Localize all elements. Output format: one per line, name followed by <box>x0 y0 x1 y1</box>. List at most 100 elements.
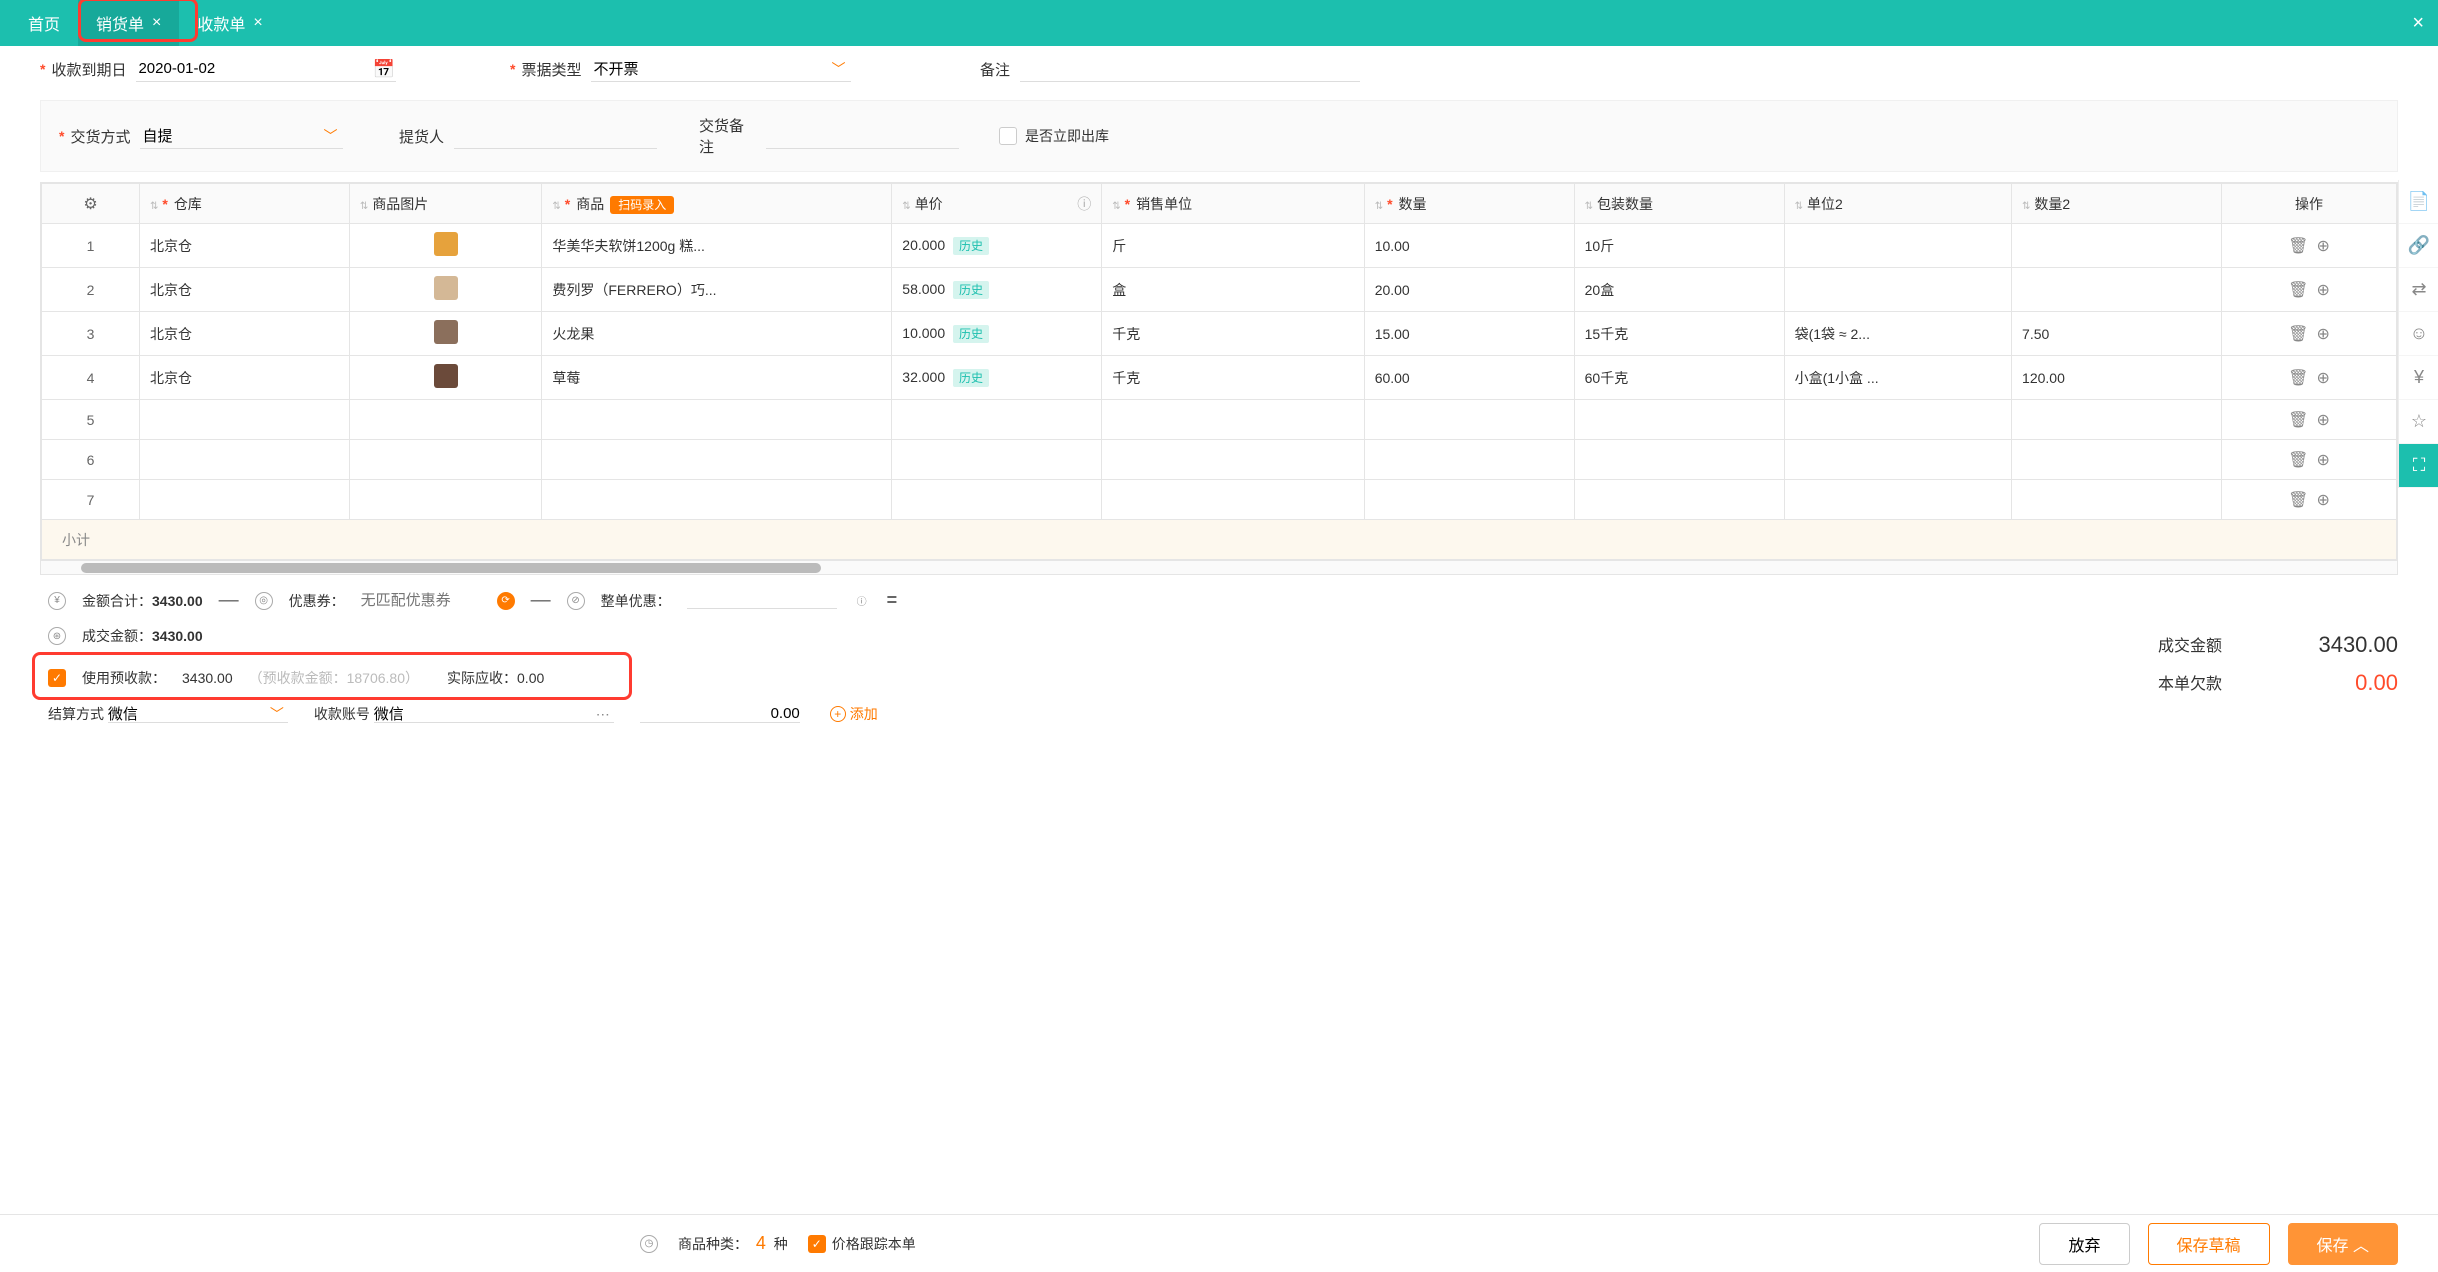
cell-qty[interactable]: 10.00 <box>1364 224 1574 268</box>
delete-icon[interactable]: 🗑 <box>2288 452 2308 469</box>
add-row-icon[interactable]: ⊕ <box>2316 370 2329 387</box>
cell-qty2[interactable] <box>2012 440 2222 480</box>
cell-pack[interactable]: 15千克 <box>1574 312 1784 356</box>
chevron-down-icon[interactable]: ﹀ <box>323 126 337 146</box>
dock-link-icon[interactable]: 🔗 <box>2399 224 2438 268</box>
col-price[interactable]: ⇅单价ⓘ <box>892 184 1102 224</box>
cell-warehouse[interactable] <box>139 480 349 520</box>
cell-image[interactable] <box>349 400 541 440</box>
delete-icon[interactable]: 🗑 <box>2288 326 2308 343</box>
cell-price[interactable] <box>892 400 1102 440</box>
table-row[interactable]: 6🗑⊕ <box>42 440 2397 480</box>
cell-qty2[interactable] <box>2012 400 2222 440</box>
cell-product[interactable]: 华美华夫软饼1200g 糕... <box>542 224 892 268</box>
cell-price[interactable]: 32.000 历史 <box>892 356 1102 400</box>
col-unit2[interactable]: ⇅单位2 <box>1784 184 2011 224</box>
cell-unit[interactable] <box>1102 480 1364 520</box>
cell-pack[interactable]: 60千克 <box>1574 356 1784 400</box>
cell-pack[interactable] <box>1574 400 1784 440</box>
scan-badge[interactable]: 扫码录入 <box>610 196 674 214</box>
cell-qty[interactable] <box>1364 400 1574 440</box>
cell-pack[interactable] <box>1574 440 1784 480</box>
cell-unit2[interactable]: 小盒(1小盒 ... <box>1784 356 2011 400</box>
cell-pack[interactable] <box>1574 480 1784 520</box>
cell-image[interactable] <box>349 268 541 312</box>
delete-icon[interactable]: 🗑 <box>2288 412 2308 429</box>
tab-sales[interactable]: 销货单× <box>78 0 179 46</box>
account-select[interactable] <box>374 705 614 723</box>
cell-unit[interactable]: 盒 <box>1102 268 1364 312</box>
order-discount-input[interactable] <box>687 593 837 609</box>
cell-image[interactable] <box>349 480 541 520</box>
cell-product[interactable] <box>542 480 892 520</box>
tab-home[interactable]: 首页 <box>10 0 78 46</box>
cell-unit2[interactable] <box>1784 480 2011 520</box>
cell-qty[interactable] <box>1364 440 1574 480</box>
cell-unit[interactable] <box>1102 400 1364 440</box>
cell-qty[interactable]: 60.00 <box>1364 356 1574 400</box>
dock-user-icon[interactable]: ☺ <box>2399 312 2438 356</box>
add-row-icon[interactable]: ⊕ <box>2316 326 2329 343</box>
dock-money-icon[interactable]: ¥ <box>2399 356 2438 400</box>
close-icon[interactable]: × <box>152 14 161 32</box>
gear-icon[interactable]: ⚙ <box>83 196 97 213</box>
add-settlement-button[interactable]: + 添加 <box>830 704 878 724</box>
dock-expand-icon[interactable]: ⛶ <box>2399 444 2438 488</box>
cell-warehouse[interactable]: 北京仓 <box>139 356 349 400</box>
scrollbar-thumb[interactable] <box>81 563 821 573</box>
coupon-input[interactable] <box>361 592 481 609</box>
header-close-icon[interactable]: × <box>2412 12 2424 35</box>
add-row-icon[interactable]: ⊕ <box>2316 452 2329 469</box>
settle-method-select[interactable] <box>108 705 288 723</box>
add-row-icon[interactable]: ⊕ <box>2316 282 2329 299</box>
cell-unit[interactable] <box>1102 440 1364 480</box>
chevron-down-icon[interactable]: ﹀ <box>270 704 284 724</box>
cell-warehouse[interactable]: 北京仓 <box>139 224 349 268</box>
cell-pack[interactable]: 10斤 <box>1574 224 1784 268</box>
cell-image[interactable] <box>349 224 541 268</box>
cell-warehouse[interactable]: 北京仓 <box>139 312 349 356</box>
history-badge[interactable]: 历史 <box>953 325 989 343</box>
cell-unit[interactable]: 千克 <box>1102 312 1364 356</box>
delete-icon[interactable]: 🗑 <box>2288 282 2308 299</box>
add-row-icon[interactable]: ⊕ <box>2316 238 2329 255</box>
table-row[interactable]: 3北京仓火龙果10.000 历史千克15.0015千克袋(1袋 ≈ 2...7.… <box>42 312 2397 356</box>
cell-product[interactable]: 费列罗（FERRERO）巧... <box>542 268 892 312</box>
cell-price[interactable]: 20.000 历史 <box>892 224 1102 268</box>
cell-product[interactable]: 草莓 <box>542 356 892 400</box>
cell-qty2[interactable]: 120.00 <box>2012 356 2222 400</box>
info-icon[interactable]: ⓘ <box>853 592 871 610</box>
delete-icon[interactable]: 🗑 <box>2288 492 2308 509</box>
cell-unit2[interactable] <box>1784 224 2011 268</box>
col-qty[interactable]: ⇅*数量 <box>1364 184 1574 224</box>
cell-price[interactable] <box>892 480 1102 520</box>
horizontal-scrollbar[interactable] <box>41 560 2397 574</box>
add-row-icon[interactable]: ⊕ <box>2316 412 2329 429</box>
ship-now-checkbox-wrap[interactable]: 是否立即出库 <box>999 126 1109 146</box>
col-qty2[interactable]: ⇅数量2 <box>2012 184 2222 224</box>
cell-qty2[interactable] <box>2012 224 2222 268</box>
checkbox-checked-icon[interactable]: ✓ <box>48 669 66 687</box>
due-date-input[interactable] <box>136 56 396 82</box>
history-badge[interactable]: 历史 <box>953 281 989 299</box>
tab-receipt[interactable]: 收款单× <box>179 0 280 46</box>
cell-price[interactable] <box>892 440 1102 480</box>
picker-input[interactable] <box>454 123 657 149</box>
delivery-method-select[interactable] <box>140 123 343 149</box>
cell-product[interactable]: 火龙果 <box>542 312 892 356</box>
cell-product[interactable] <box>542 400 892 440</box>
col-pack-qty[interactable]: ⇅包装数量 <box>1574 184 1784 224</box>
table-row[interactable]: 1北京仓华美华夫软饼1200g 糕...20.000 历史斤10.0010斤🗑⊕ <box>42 224 2397 268</box>
add-row-icon[interactable]: ⊕ <box>2316 492 2329 509</box>
cell-qty[interactable] <box>1364 480 1574 520</box>
cell-unit2[interactable]: 袋(1袋 ≈ 2... <box>1784 312 2011 356</box>
cell-warehouse[interactable] <box>139 400 349 440</box>
more-icon[interactable]: ⋯ <box>596 706 610 723</box>
cell-image[interactable] <box>349 356 541 400</box>
dock-note-icon[interactable]: 📄 <box>2399 180 2438 224</box>
cell-unit2[interactable] <box>1784 440 2011 480</box>
table-row[interactable]: 7🗑⊕ <box>42 480 2397 520</box>
cell-pack[interactable]: 20盒 <box>1574 268 1784 312</box>
checkbox-icon[interactable] <box>999 127 1017 145</box>
cell-warehouse[interactable]: 北京仓 <box>139 268 349 312</box>
